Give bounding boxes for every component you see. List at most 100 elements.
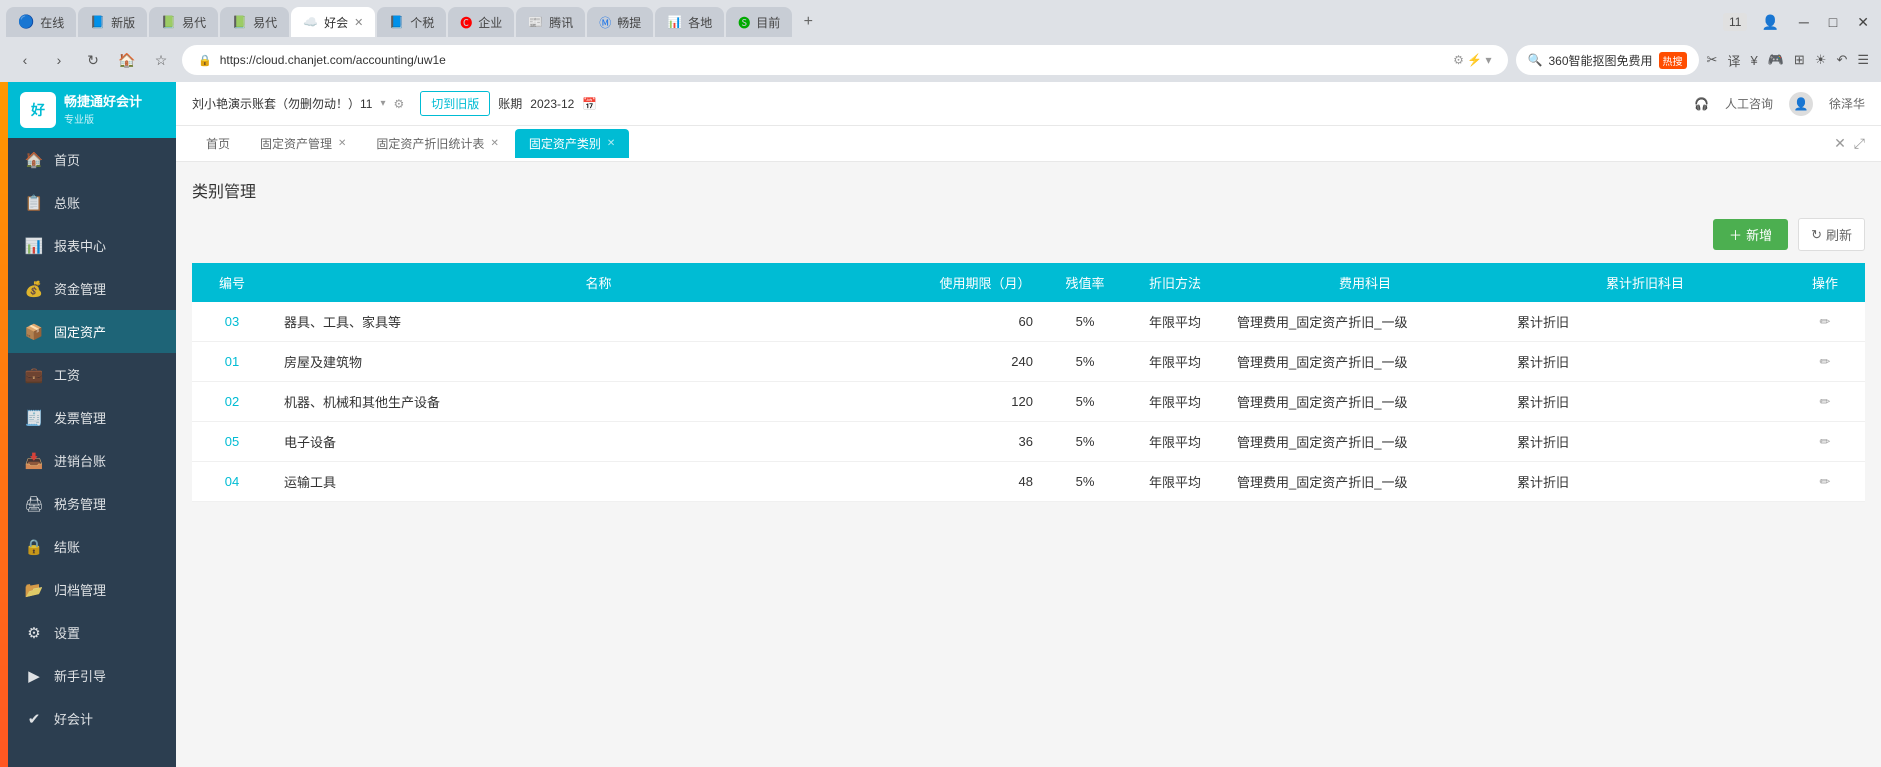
browser-tab-10[interactable]: 📊 各地 — [655, 7, 724, 37]
refresh-button[interactable]: ↻ 刷新 — [1798, 218, 1865, 251]
cell-residual: 5% — [1045, 422, 1125, 462]
bookmark-button[interactable]: ☆ — [148, 47, 174, 73]
sidebar-label: 新手引导 — [54, 666, 106, 685]
stock-icon: 📥 — [24, 452, 44, 470]
browser-tab-2[interactable]: 📘 新版 — [78, 7, 147, 37]
browser-tab-5[interactable]: ☁️ 好会 ✕ — [291, 7, 375, 37]
user-dropdown-arrow[interactable]: ▾ — [380, 98, 385, 109]
maximize-btn[interactable]: □ — [1823, 12, 1843, 32]
sidebar-label: 总账 — [54, 193, 80, 212]
period-label: 账期 — [498, 95, 522, 112]
ssl-lock-icon: 🔒 — [198, 54, 212, 67]
page-tab-asset-category[interactable]: 固定资产类别 ✕ — [515, 129, 629, 158]
logo-name: 畅捷通好会计 — [64, 94, 142, 111]
service-label[interactable]: 人工咨询 — [1725, 95, 1773, 112]
sidebar-label: 资金管理 — [54, 279, 106, 298]
table-row: 05 电子设备 36 5% 年限平均 管理费用_固定资产折旧_一级 累计折旧 ✏ — [192, 422, 1865, 462]
sidebar-item-app[interactable]: ✔ 好会计 — [8, 697, 176, 740]
sidebar-item-guide[interactable]: ▶ 新手引导 — [8, 654, 176, 697]
refresh-button[interactable]: ↻ — [80, 47, 106, 73]
page-tab-depreciation-table[interactable]: 固定资产折旧统计表 ✕ — [362, 129, 512, 158]
browser-tab-7[interactable]: 🅒 企业 — [448, 7, 514, 37]
cell-expense: 管理费用_固定资产折旧_一级 — [1225, 422, 1505, 462]
browser-tab-1[interactable]: 🔵 在线 — [6, 7, 76, 37]
cell-method: 年限平均 — [1125, 422, 1225, 462]
forward-button[interactable]: › — [46, 47, 72, 73]
browser-tab-4[interactable]: 📗 易代 — [220, 7, 289, 37]
page-tab-asset-mgmt[interactable]: 固定资产管理 ✕ — [246, 129, 360, 158]
browser-tab-3[interactable]: 📗 易代 — [149, 7, 218, 37]
cell-expense: 管理费用_固定资产折旧_一级 — [1225, 462, 1505, 502]
user-info: 刘小艳演示账套（勿删勿动！）11 ▾ ⚙ — [192, 95, 404, 112]
sidebar-label: 首页 — [54, 150, 80, 169]
tab-close-icon[interactable]: ✕ — [607, 138, 615, 149]
tab-label: 好会 — [324, 14, 348, 31]
sidebar-item-stock[interactable]: 📥 进销台账 — [8, 439, 176, 482]
sidebar-item-funds[interactable]: 💰 资金管理 — [8, 267, 176, 310]
edit-icon[interactable]: ✏ — [1820, 314, 1831, 329]
tab-label: 个税 — [410, 14, 434, 31]
calendar-icon[interactable]: 📅 — [582, 97, 597, 111]
undo-icon[interactable]: ↶ — [1836, 52, 1847, 68]
edit-icon[interactable]: ✏ — [1820, 394, 1831, 409]
cell-method: 年限平均 — [1125, 342, 1225, 382]
switch-old-version-button[interactable]: 切到旧版 — [420, 91, 490, 116]
sidebar-item-ledger[interactable]: 📋 总账 — [8, 181, 176, 224]
tab-close-btn[interactable]: ✕ — [354, 16, 363, 29]
grid-icon[interactable]: ⊞ — [1794, 52, 1805, 68]
cell-id: 04 — [192, 462, 272, 502]
currency-icon[interactable]: ¥ — [1750, 53, 1757, 68]
menu-icon[interactable]: ☰ — [1857, 52, 1869, 68]
search-bar[interactable]: 🔍 360智能抠图免费用 热搜 — [1516, 45, 1699, 75]
sidebar-item-invoice[interactable]: 🧾 发票管理 — [8, 396, 176, 439]
add-button[interactable]: ＋ 新增 — [1713, 219, 1788, 250]
sidebar-item-home[interactable]: 🏠 首页 — [8, 138, 176, 181]
sidebar-item-archive[interactable]: 📂 归档管理 — [8, 568, 176, 611]
profile-icon[interactable]: 👤 — [1755, 12, 1784, 33]
browser-tab-11[interactable]: 🅢 目前 — [726, 7, 792, 37]
edit-icon[interactable]: ✏ — [1820, 474, 1831, 489]
sidebar-item-settings[interactable]: ⚙ 设置 — [8, 611, 176, 654]
avatar: 👤 — [1789, 92, 1813, 116]
url-text: https://cloud.chanjet.com/accounting/uw1… — [220, 53, 446, 67]
edit-icon[interactable]: ✏ — [1820, 434, 1831, 449]
scissors-icon[interactable]: ✂ — [1707, 52, 1718, 68]
page-tab-home[interactable]: 首页 — [192, 129, 244, 158]
url-input[interactable]: 🔒 https://cloud.chanjet.com/accounting/u… — [182, 45, 1508, 75]
brightness-icon[interactable]: ☀ — [1815, 52, 1827, 68]
browser-tab-8[interactable]: 📰 腾讯 — [516, 7, 585, 37]
left-accent-bar — [0, 82, 8, 767]
user-setting-icon[interactable]: ⚙ — [394, 97, 405, 111]
browser-tab-6[interactable]: 📘 个税 — [377, 7, 446, 37]
sidebar-item-checkout[interactable]: 🔒 结账 — [8, 525, 176, 568]
user-name-text: 刘小艳演示账套（勿删勿动！）11 — [192, 95, 372, 112]
edit-icon[interactable]: ✏ — [1820, 354, 1831, 369]
translate-icon[interactable]: 译 — [1727, 51, 1740, 70]
maximize-tab-action[interactable]: ⤢ — [1854, 135, 1865, 152]
sidebar-item-reports[interactable]: 📊 报表中心 — [8, 224, 176, 267]
col-header-id: 编号 — [192, 263, 272, 302]
new-tab-button[interactable]: + — [794, 8, 822, 36]
close-tab-action[interactable]: ✕ — [1834, 135, 1846, 152]
cell-period: 120 — [925, 382, 1045, 422]
home-button[interactable]: 🏠 — [114, 47, 140, 73]
sidebar-item-tax[interactable]: 🖨 税务管理 — [8, 482, 176, 525]
payroll-icon: 💼 — [24, 366, 44, 384]
tab-close-icon[interactable]: ✕ — [490, 138, 498, 149]
col-header-method: 折旧方法 — [1125, 263, 1225, 302]
sidebar-item-payroll[interactable]: 💼 工资 — [8, 353, 176, 396]
tab-close-icon[interactable]: ✕ — [338, 138, 346, 149]
minimize-btn[interactable]: ─ — [1793, 12, 1815, 32]
sidebar-item-assets[interactable]: 📦 固定资产 — [8, 310, 176, 353]
back-button[interactable]: ‹ — [12, 47, 38, 73]
cell-accum: 累计折旧 — [1505, 342, 1785, 382]
logo-symbol: 好 — [31, 100, 45, 120]
browser-tab-9[interactable]: Ⓜ 畅提 — [587, 7, 653, 37]
col-header-accum: 累计折旧科目 — [1505, 263, 1785, 302]
cell-method: 年限平均 — [1125, 302, 1225, 342]
game-icon[interactable]: 🎮 — [1768, 52, 1784, 68]
close-btn[interactable]: ✕ — [1851, 12, 1875, 33]
period-info: 切到旧版 账期 2023-12 📅 — [420, 91, 597, 116]
tab-label: 畅提 — [617, 14, 641, 31]
cell-expense: 管理费用_固定资产折旧_一级 — [1225, 382, 1505, 422]
